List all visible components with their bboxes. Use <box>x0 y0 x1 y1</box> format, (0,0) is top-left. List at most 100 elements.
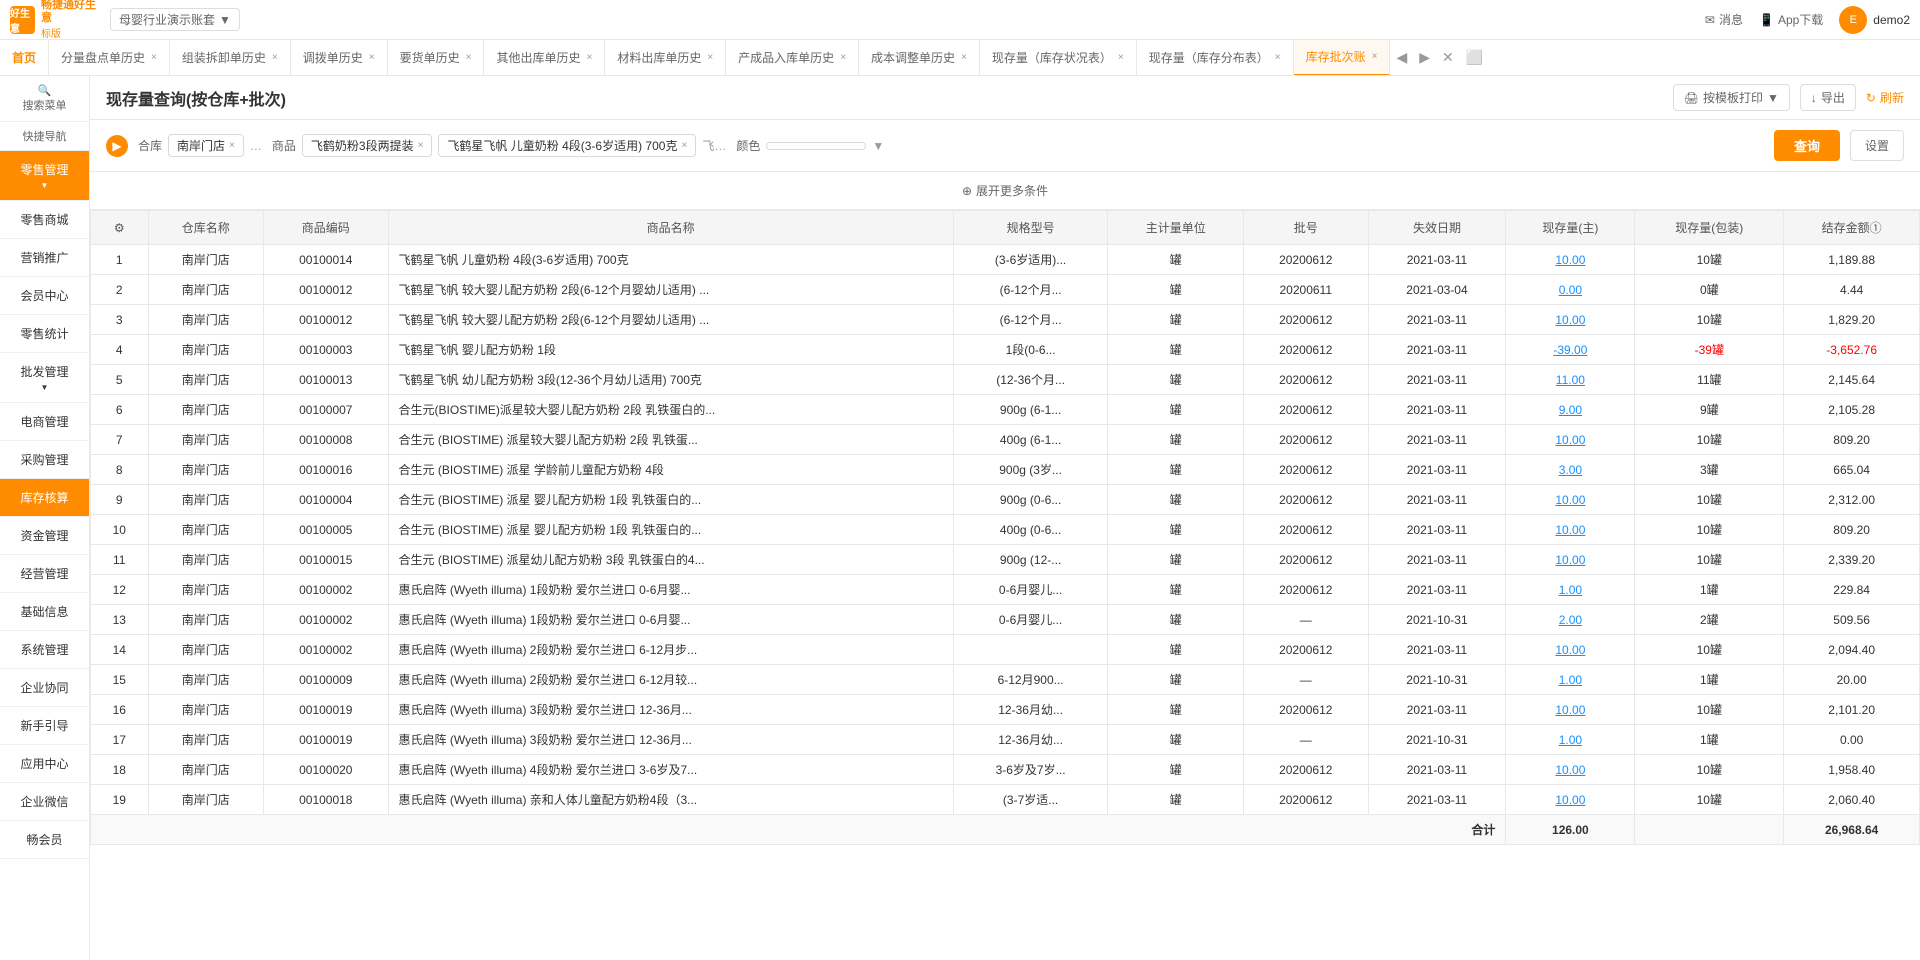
top-header: 好生意 畅捷通好生意 标版 母婴行业演示账套 ▼ ✉ 消息 📱 App下载 E … <box>0 0 1920 40</box>
sidebar-item-corp-wechat[interactable]: 企业微信 <box>0 783 89 821</box>
sidebar-item-app-center[interactable]: 应用中心 <box>0 745 89 783</box>
tab-close-material-out[interactable]: × <box>707 52 713 63</box>
search-icon: 🔍 <box>38 85 52 97</box>
tab-close-mix[interactable]: × <box>369 52 375 63</box>
quick-nav-label: 快捷导航 <box>23 131 67 143</box>
tab-close-stock-dist[interactable]: × <box>1275 52 1281 63</box>
tab-material-out[interactable]: 材料出库单历史 × <box>605 40 726 76</box>
table-row: 6南岸门店00100007合生元(BIOSTIME)派星较大婴儿配方奶粉 2段 … <box>91 395 1920 425</box>
tab-close-disassemble[interactable]: × <box>272 52 278 63</box>
warehouse-more[interactable]: … <box>250 139 262 153</box>
th-star[interactable]: ⚙ <box>91 211 149 245</box>
goods-tag-1[interactable]: 飞鹤奶粉3段两提装 × <box>302 134 433 157</box>
sidebar-item-marketing[interactable]: 营销推广 <box>0 239 89 277</box>
expand-conditions-btn[interactable]: ⊕ 展开更多条件 <box>90 176 1920 205</box>
sidebar-item-retail-mgmt[interactable]: 零售管理 ▼ <box>0 151 89 201</box>
tab-close-split[interactable]: × <box>151 52 157 63</box>
tab-close-all-btn[interactable]: ✕ <box>1436 49 1460 66</box>
row-qty-main[interactable]: 10.00 <box>1506 425 1635 455</box>
tab-close-stock-status[interactable]: × <box>1118 52 1124 63</box>
tab-close-other-out[interactable]: × <box>586 52 592 63</box>
tab-home[interactable]: 首页 <box>0 40 49 76</box>
download-icon: 📱 <box>1759 13 1774 27</box>
sidebar-item-new-guide[interactable]: 新手引导 <box>0 707 89 745</box>
sidebar-item-purchase[interactable]: 采购管理 <box>0 441 89 479</box>
header-right: ✉ 消息 📱 App下载 E demo2 <box>1705 6 1910 34</box>
settings-button[interactable]: 设置 <box>1850 130 1904 161</box>
row-qty-main[interactable]: 1.00 <box>1506 575 1635 605</box>
messages-btn[interactable]: ✉ 消息 <box>1705 11 1743 28</box>
tab-close-cost-adj[interactable]: × <box>961 52 967 63</box>
sidebar-item-wholesale[interactable]: 批发管理 ▼ <box>0 353 89 403</box>
sidebar-search[interactable]: 🔍 搜索菜单 <box>0 76 89 122</box>
tab-cost-adj[interactable]: 成本调整单历史 × <box>859 40 980 76</box>
sidebar-item-retail-shop[interactable]: 零售商城 <box>0 201 89 239</box>
sidebar-item-sys-mgmt[interactable]: 系统管理 <box>0 631 89 669</box>
filter-expand-btn[interactable]: ▶ <box>106 135 128 157</box>
row-expire: 2021-10-31 <box>1368 605 1506 635</box>
row-qty-main[interactable]: 10.00 <box>1506 305 1635 335</box>
row-qty-main[interactable]: 3.00 <box>1506 455 1635 485</box>
row-qty-main[interactable]: 10.00 <box>1506 635 1635 665</box>
row-qty-main[interactable]: 10.00 <box>1506 785 1635 815</box>
tab-close-product-in[interactable]: × <box>840 52 846 63</box>
goods-tag-2[interactable]: 飞鹤星飞帆 儿童奶粉 4段(3-6岁适用) 700克 × <box>438 134 696 157</box>
goods-tag-2-close[interactable]: × <box>681 140 687 151</box>
sidebar-item-stock[interactable]: 库存核算 <box>0 479 89 517</box>
tab-fullscreen-btn[interactable]: ⬜ <box>1460 49 1489 66</box>
warehouse-tag[interactable]: 南岸门店 × <box>168 134 244 157</box>
tab-product-in[interactable]: 产成品入库单历史 × <box>726 40 859 76</box>
sidebar-item-member[interactable]: 会员中心 <box>0 277 89 315</box>
row-expire: 2021-03-11 <box>1368 635 1506 665</box>
tab-next-btn[interactable]: ▶ <box>1413 49 1436 66</box>
warehouse-tag-close[interactable]: × <box>229 140 235 151</box>
goods-more[interactable]: 飞… <box>702 137 726 154</box>
tab-other-out[interactable]: 其他出库单历史 × <box>484 40 605 76</box>
export-btn[interactable]: ↓ 导出 <box>1800 84 1856 111</box>
industry-selector[interactable]: 母婴行业演示账套 ▼ <box>110 8 240 31</box>
sidebar-item-ecommerce[interactable]: 电商管理 <box>0 403 89 441</box>
row-qty-main[interactable]: 10.00 <box>1506 545 1635 575</box>
tab-mix[interactable]: 调拨单历史 × <box>291 40 388 76</box>
app-download-btn[interactable]: 📱 App下载 <box>1759 11 1823 28</box>
sidebar-item-operations[interactable]: 经营管理 <box>0 555 89 593</box>
row-qty-main[interactable]: 1.00 <box>1506 665 1635 695</box>
row-qty-main[interactable]: 10.00 <box>1506 755 1635 785</box>
tab-stock-status[interactable]: 现存量（库存状况表） × <box>980 40 1137 76</box>
sidebar-item-finance[interactable]: 资金管理 <box>0 517 89 555</box>
row-qty-main[interactable]: 9.00 <box>1506 395 1635 425</box>
row-warehouse: 南岸门店 <box>148 275 264 305</box>
goods-tag-1-close[interactable]: × <box>418 140 424 151</box>
sidebar-item-enterprise[interactable]: 企业协同 <box>0 669 89 707</box>
row-qty-main[interactable]: 0.00 <box>1506 275 1635 305</box>
tab-disassemble[interactable]: 组装拆卸单历史 × <box>170 40 291 76</box>
query-button[interactable]: 查询 <box>1774 130 1840 161</box>
tab-require[interactable]: 要货单历史 × <box>388 40 485 76</box>
tab-stock-dist[interactable]: 现存量（库存分布表） × <box>1137 40 1294 76</box>
row-qty-main[interactable]: 10.00 <box>1506 485 1635 515</box>
row-qty-main[interactable]: 10.00 <box>1506 695 1635 725</box>
sidebar-quick-nav[interactable]: 快捷导航 <box>0 122 89 151</box>
row-qty-main[interactable]: 10.00 <box>1506 515 1635 545</box>
sidebar-item-base-info[interactable]: 基础信息 <box>0 593 89 631</box>
print-btn[interactable]: 🖨 按模板打印 ▼ <box>1673 84 1790 111</box>
sidebar-item-member-card[interactable]: 畅会员 <box>0 821 89 859</box>
summary-qty-pack <box>1635 815 1784 845</box>
sidebar-item-retail-stats[interactable]: 零售统计 <box>0 315 89 353</box>
row-qty-main[interactable]: 2.00 <box>1506 605 1635 635</box>
row-qty-main[interactable]: 10.00 <box>1506 245 1635 275</box>
table-container[interactable]: ⚙ 仓库名称 商品编码 商品名称 规格型号 主计量单位 批号 失效日期 现存量(… <box>90 210 1920 960</box>
tab-split[interactable]: 分量盘点单历史 × <box>49 40 170 76</box>
tab-batch-ledger[interactable]: 库存批次账 × <box>1294 40 1391 76</box>
row-qty-main[interactable]: -39.00 <box>1506 335 1635 365</box>
row-qty-main[interactable]: 11.00 <box>1506 365 1635 395</box>
refresh-btn[interactable]: ↻ 刷新 <box>1866 89 1904 106</box>
user-area[interactable]: E demo2 <box>1839 6 1910 34</box>
tab-close-batch-ledger[interactable]: × <box>1372 51 1378 62</box>
color-input[interactable] <box>766 142 866 150</box>
logo-abbr: 标版 <box>41 25 100 40</box>
th-name: 商品名称 <box>388 211 953 245</box>
row-qty-main[interactable]: 1.00 <box>1506 725 1635 755</box>
tab-prev-btn[interactable]: ◀ <box>1390 49 1413 66</box>
tab-close-require[interactable]: × <box>466 52 472 63</box>
